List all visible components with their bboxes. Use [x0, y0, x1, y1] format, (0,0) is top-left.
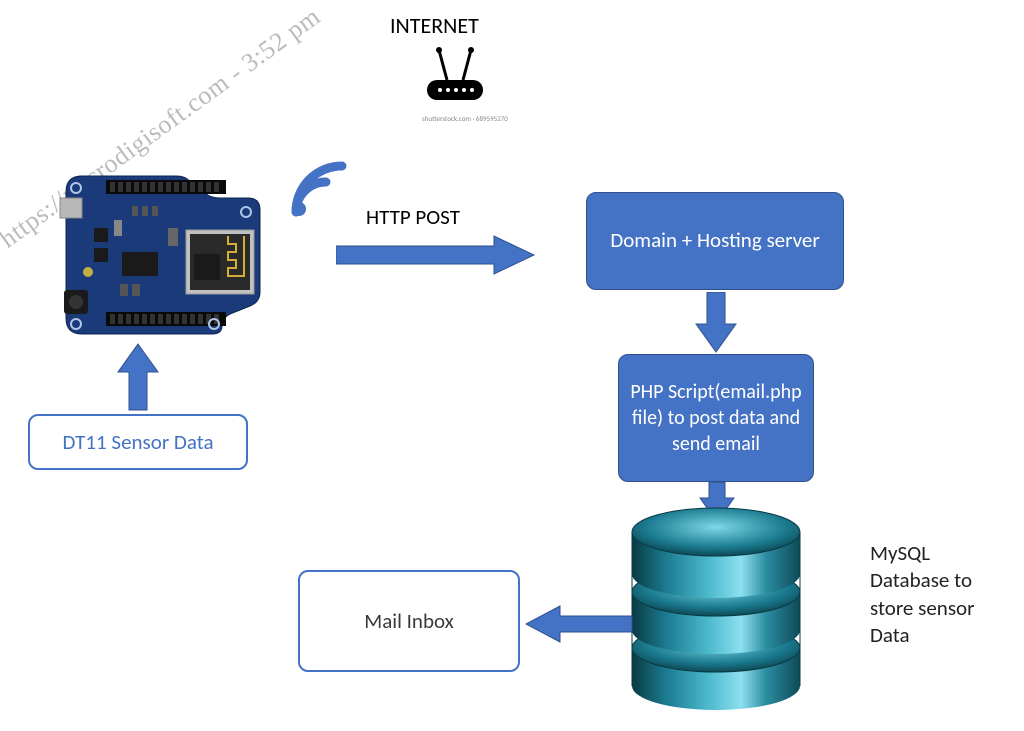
- router-icon: [415, 44, 495, 119]
- database-icon: [628, 498, 804, 719]
- hosting-server-box: Domain + Hosting server: [586, 192, 844, 290]
- mail-inbox-box: Mail Inbox: [298, 570, 520, 672]
- php-script-box: PHP Script(email.php file) to post data …: [618, 354, 814, 482]
- arrow-hosting-to-php: [694, 292, 738, 359]
- sensor-data-box: DT11 Sensor Data: [28, 414, 248, 470]
- arduino-board-image: [58, 172, 268, 337]
- wifi-icon: [288, 158, 350, 225]
- arrow-sensor-to-board: [116, 342, 160, 417]
- http-post-label: HTTP POST: [366, 204, 460, 230]
- internet-label: INTERNET: [390, 12, 479, 39]
- router-credit: shutterstock.com · 689595270: [422, 114, 508, 123]
- arrow-http-post: [336, 232, 536, 283]
- mysql-caption: MySQL Database to store sensor Data: [870, 540, 1010, 649]
- arrow-db-to-mail: [524, 604, 634, 649]
